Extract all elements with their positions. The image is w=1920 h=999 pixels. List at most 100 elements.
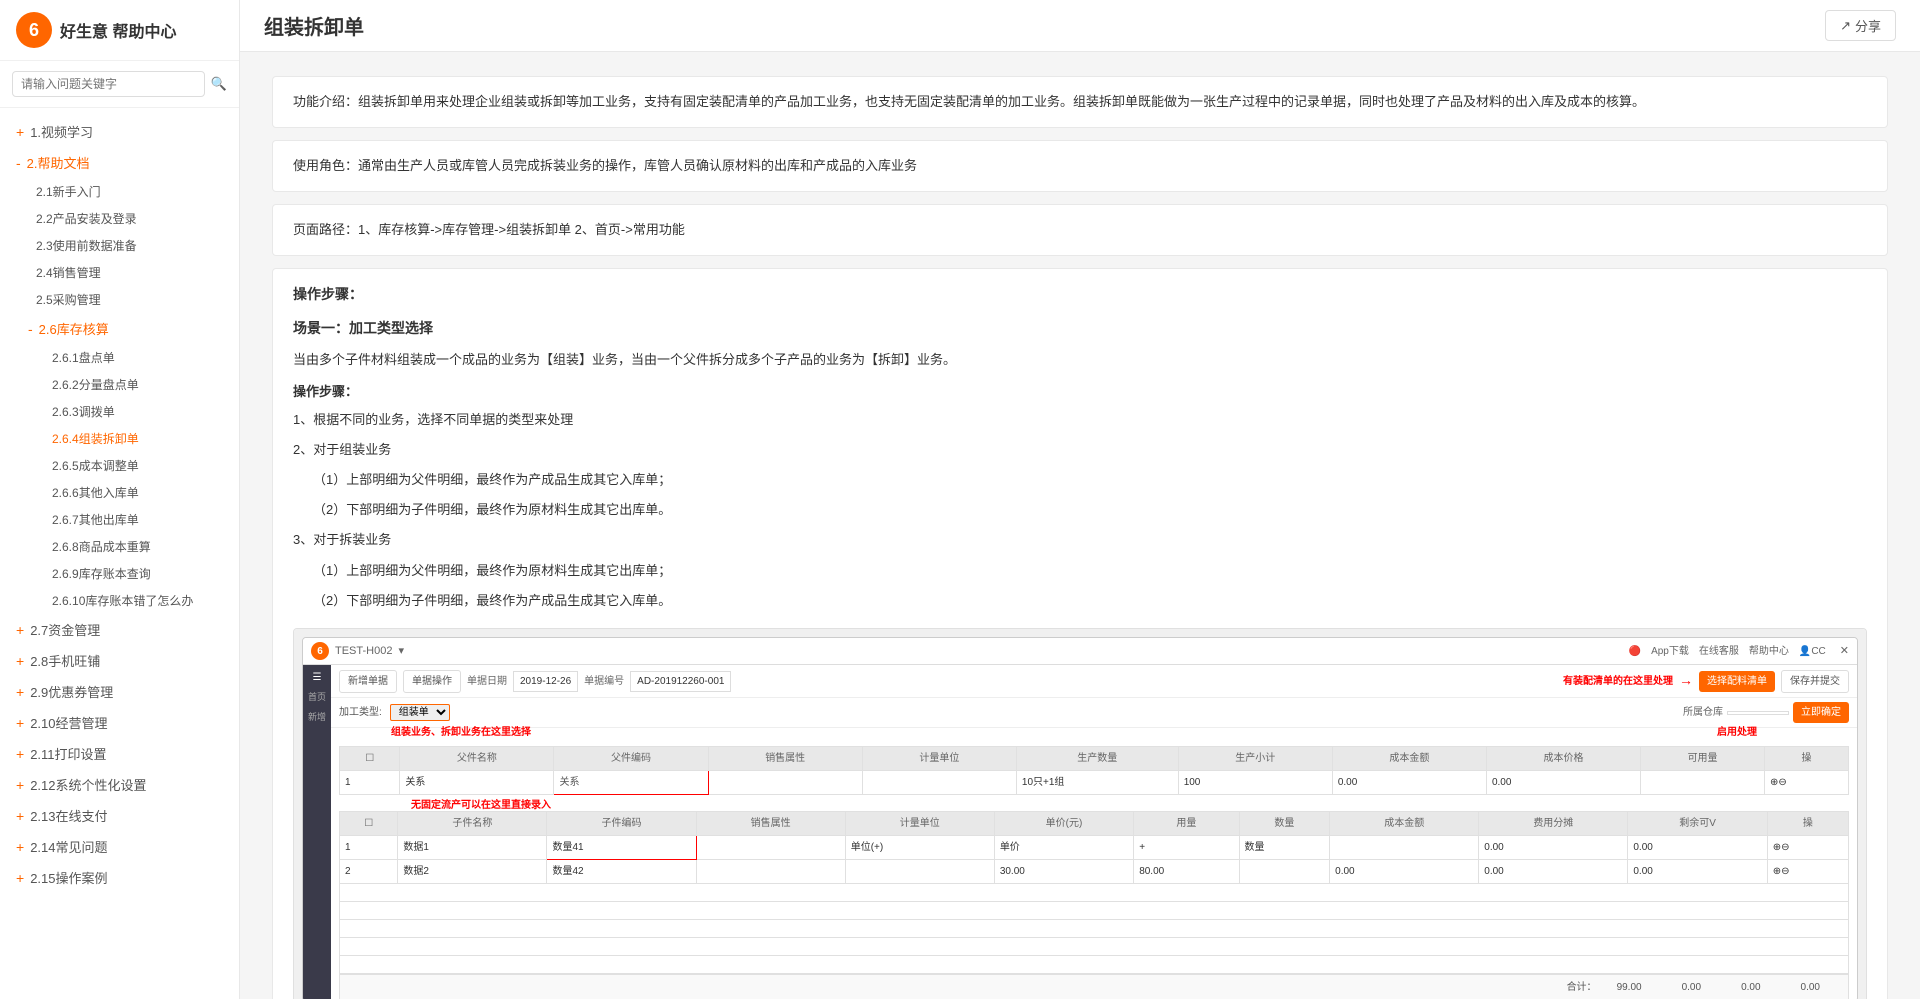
expand-icon: +	[16, 622, 24, 638]
sidebar-item-print[interactable]: + 2.11打印设置	[0, 738, 239, 769]
fake-td-pcode: 关系	[554, 771, 708, 795]
sidebar-item-finance[interactable]: + 2.7资金管理	[0, 614, 239, 645]
sidebar-item-ledger-err[interactable]: 2.6.10库存账本错了怎么办	[0, 587, 239, 614]
fake-btd-name2: 数据2	[398, 860, 547, 884]
share-button[interactable]: ↗ 分享	[1825, 10, 1896, 41]
fake-td-op: ⊕⊖	[1765, 771, 1849, 795]
sidebar-item-install[interactable]: 2.2产品安装及登录	[0, 205, 239, 232]
sidebar-item-faq[interactable]: + 2.14常见问题	[0, 831, 239, 862]
fake-btd-cost	[1330, 836, 1479, 860]
fake-btd-up2: 30.00	[994, 860, 1133, 884]
sidebar-item-other-in[interactable]: 2.6.6其他入库单	[0, 479, 239, 506]
fake-new-btn: 新增单据	[339, 670, 397, 693]
sidebar-item-stocktake[interactable]: 2.6.1盘点单	[0, 344, 239, 371]
fake-th-op: 操	[1765, 747, 1849, 771]
sidebar-item-payment[interactable]: + 2.13在线支付	[0, 800, 239, 831]
sidebar-item-label: 2.13在线支付	[30, 806, 107, 825]
fake-num-label: 单据编号	[584, 673, 624, 690]
fake-main: 新增单据 单据操作 单据日期 2019-12-26 单据编号 AD-201912…	[331, 665, 1857, 999]
fake-btd-remain: 0.00	[1628, 836, 1767, 860]
fake-btd-code: 数量41	[547, 836, 696, 860]
fake-close-icon: ✕	[1840, 642, 1849, 661]
sidebar-item-coupon[interactable]: + 2.9优惠券管理	[0, 676, 239, 707]
fake-order-btn: 单据操作	[403, 670, 461, 693]
sidebar-item-label: 2.12系统个性化设置	[30, 775, 146, 794]
fake-footer-v4: 0.00	[1801, 979, 1820, 996]
fake-bth-costamt: 成本金额	[1330, 812, 1479, 836]
sidebar-item-cost-adj[interactable]: 2.6.5成本调整单	[0, 452, 239, 479]
sidebar-item-label: 2.帮助文档	[27, 153, 90, 172]
fake-footer-v3: 0.00	[1741, 979, 1760, 996]
fake-th-name: 父件名称	[400, 747, 554, 771]
step2-2: （2）下部明细为子件明细，最终作为原材料生成其它出库单。	[313, 499, 1867, 521]
sidebar-item-cases[interactable]: + 2.15操作案例	[0, 862, 239, 893]
step3: 3、对于拆装业务	[293, 529, 1867, 551]
fake-th-code: 父件编码	[554, 747, 708, 771]
screenshot-inner: 6 TEST-H002 ▾ 🔴App下载在线客服帮助中心👤CC ✕	[294, 629, 1866, 999]
sidebar-item-inventory[interactable]: - 2.6库存核算	[0, 313, 239, 344]
search-input[interactable]	[12, 71, 205, 97]
sidebar-item-data-prep[interactable]: 2.3使用前数据准备	[0, 232, 239, 259]
fake-btd-alloc2: 0.00	[1479, 860, 1628, 884]
fake-btd-remain2: 0.00	[1628, 860, 1767, 884]
ops-block: 操作步骤： 场景一：加工类型选择 当由多个子件材料组装成一个成品的业务为【组装】…	[272, 268, 1888, 999]
step2: 2、对于组装业务	[293, 439, 1867, 461]
role-block: 使用角色：通常由生产人员或库管人员完成拆装业务的操作，库管人员确认原材料的出库和…	[272, 140, 1888, 192]
fake-bth-usage: 用量	[1134, 812, 1239, 836]
page-title: 组装拆卸单	[264, 11, 364, 40]
sidebar-item-transfer[interactable]: 2.6.3调拨单	[0, 398, 239, 425]
fake-top-table: ☐ 父件名称 父件编码 销售属性 计量单位 生产数量 生产小计	[339, 746, 1849, 795]
sidebar-item-sales[interactable]: 2.4销售管理	[0, 259, 239, 286]
fake-btd-usage2: 80.00	[1134, 860, 1239, 884]
fake-btd-unit: 单位(+)	[845, 836, 994, 860]
sidebar-item-split-stocktake[interactable]: 2.6.2分量盘点单	[0, 371, 239, 398]
fake-date-label: 单据日期	[467, 673, 507, 690]
sidebar-item-assembly[interactable]: 2.6.4组装拆卸单	[0, 425, 239, 452]
expand-icon: +	[16, 808, 24, 824]
scenario-title: 场景一：加工类型选择	[293, 317, 1867, 341]
breadcrumb-text: 页面路径：1、库存核算->库存管理->组装拆卸单 2、首页->常用功能	[293, 222, 685, 237]
sidebar-item-mgmt[interactable]: + 2.10经营管理	[0, 707, 239, 738]
fake-td-avail	[1641, 771, 1765, 795]
step3-1: （1）上部明细为父件明细，最终作为原材料生成其它出库单；	[313, 560, 1867, 582]
fake-toolbar-row1: 新增单据 单据操作 单据日期 2019-12-26 单据编号 AD-201912…	[331, 665, 1857, 698]
sidebar-item-video[interactable]: + 1.视频学习	[0, 116, 239, 147]
sidebar-item-ledger[interactable]: 2.6.9库存账本查询	[0, 560, 239, 587]
sidebar-item-other-out[interactable]: 2.6.7其他出库单	[0, 506, 239, 533]
ops-steps-title: 操作步骤：	[293, 381, 1867, 403]
sidebar-item-cost-recalc[interactable]: 2.6.8商品成本重算	[0, 533, 239, 560]
fake-bth-unitp: 单价(元)	[994, 812, 1133, 836]
sidebar-item-custom[interactable]: + 2.12系统个性化设置	[0, 769, 239, 800]
fake-type-row: 加工类型: 组装单 拆卸单 组装业务、拆卸业务在这里选择	[331, 698, 1857, 728]
fake-warehouse-field	[1727, 711, 1789, 715]
fake-td-prodsub: 100	[1178, 771, 1332, 795]
fake-btd-op: ⊕⊖	[1767, 836, 1848, 860]
search-bar: 🔍	[0, 61, 239, 108]
fake-table-footer: 合计： 99.00 0.00 0.00 0.00	[339, 974, 1849, 999]
fake-bth-attr: 销售属性	[696, 812, 845, 836]
expand-icon: +	[16, 124, 24, 140]
fake-bth-remain: 剩余可V	[1628, 812, 1767, 836]
scenario-desc: 当由多个子件材料组装成一个成品的业务为【组装】业务，当由一个父件拆分成多个子产品…	[293, 349, 1867, 371]
table-row	[340, 884, 1849, 902]
sidebar-item-purchase[interactable]: 2.5采购管理	[0, 286, 239, 313]
fake-logo: 6	[311, 642, 329, 660]
fake-dropdown-icon: ▾	[398, 642, 404, 661]
fake-th-cost: 成本金额	[1332, 747, 1486, 771]
fake-btd-attr	[696, 836, 845, 860]
topbar: 组装拆卸单 ↗ 分享	[240, 0, 1920, 52]
fake-td-costprice: 0.00	[1486, 771, 1640, 795]
fake-footer-v1: 99.00	[1617, 979, 1642, 996]
sidebar-item-docs[interactable]: - 2.帮助文档	[0, 147, 239, 178]
expand-icon: +	[16, 777, 24, 793]
sidebar-item-newbie[interactable]: 2.1新手入门	[0, 178, 239, 205]
sidebar-item-mobile[interactable]: + 2.8手机旺铺	[0, 645, 239, 676]
fake-type-select[interactable]: 组装单 拆卸单	[390, 704, 450, 721]
fake-th-attr: 销售属性	[708, 747, 862, 771]
fake-titlebar: 6 TEST-H002 ▾ 🔴App下载在线客服帮助中心👤CC ✕	[303, 638, 1857, 666]
intro-block: 功能介绍：组装拆卸单用来处理企业组装或拆卸等加工业务，支持有固定装配清单的产品加…	[272, 76, 1888, 128]
search-icon[interactable]: 🔍	[211, 76, 227, 92]
ops-title: 操作步骤：	[293, 283, 1867, 307]
fake-td-pname: 关系	[400, 771, 554, 795]
fake-btd-cost2: 0.00	[1330, 860, 1479, 884]
